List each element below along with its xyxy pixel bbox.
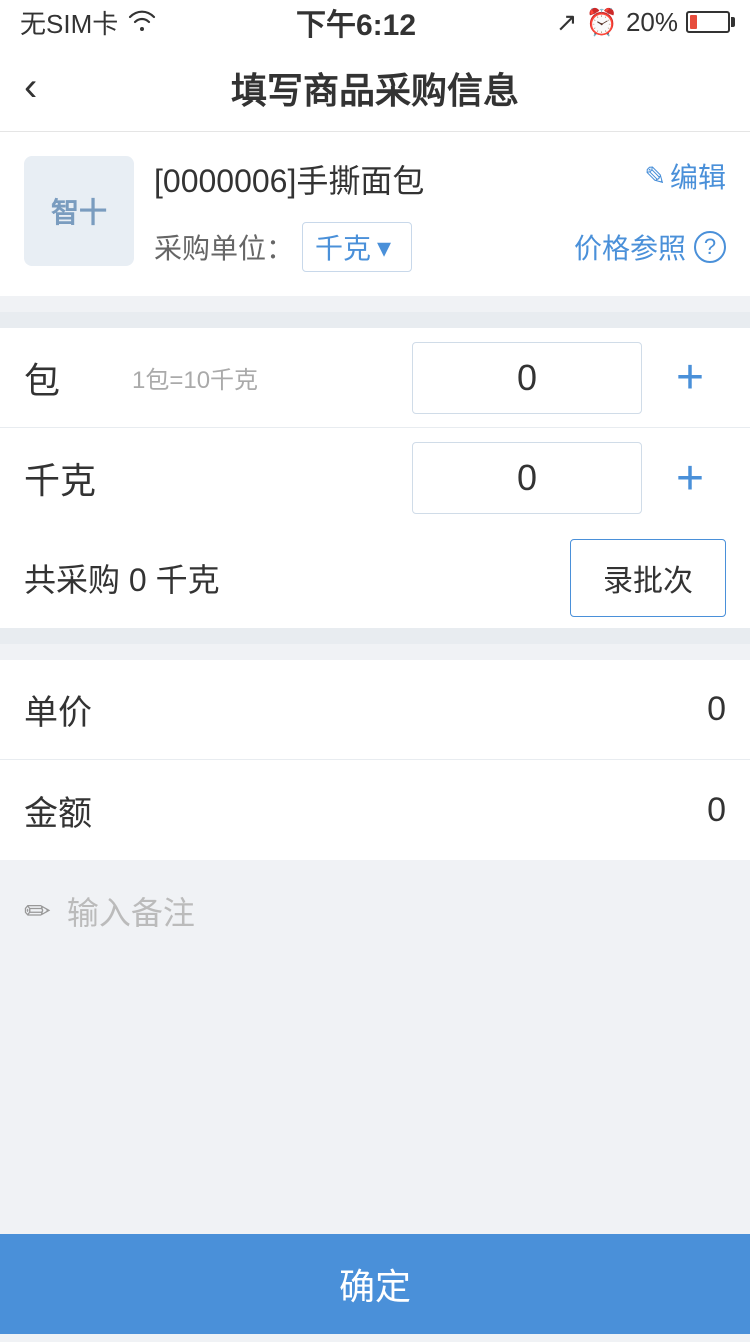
bag-sub-label: 1包=10千克: [132, 360, 258, 395]
section-divider-2: [0, 628, 750, 644]
bag-quantity-input[interactable]: [412, 342, 642, 414]
summary-row: 共采购 0 千克 录批次: [0, 528, 750, 628]
unit-label: 采购单位： 千克 ▾: [154, 222, 412, 272]
confirm-button-text: 确定: [339, 1258, 411, 1310]
amount-label: 金额: [24, 786, 92, 835]
record-batch-button[interactable]: 录批次: [570, 539, 726, 617]
price-section: 单价 0 金额 0: [0, 660, 750, 860]
edit-button[interactable]: ✎ 编辑: [644, 156, 726, 196]
battery-icon: [686, 11, 730, 33]
battery-text: 20%: [626, 7, 678, 38]
kg-plus-button[interactable]: +: [654, 442, 726, 514]
status-right: ↗ ⏰ 20%: [556, 7, 730, 38]
product-card: 智十 [0000006]手撕面包 ✎ 编辑 采购单位： 千克 ▾ 价格参照 ?: [0, 132, 750, 296]
status-time: 下午6:12: [296, 0, 416, 44]
kg-input-row: 千克 +: [0, 428, 750, 528]
pencil-icon: ✏: [24, 892, 51, 930]
unit-price-value: 0: [707, 690, 726, 729]
bag-input-row: 包 1包=10千克 +: [0, 328, 750, 428]
help-icon: ?: [694, 231, 726, 263]
page-header: ‹ 填写商品采购信息: [0, 44, 750, 132]
notes-placeholder: 输入备注: [67, 888, 195, 934]
status-bar: 无SIM卡 下午6:12 ↗ ⏰ 20%: [0, 0, 750, 44]
page-title: 填写商品采购信息: [231, 62, 519, 114]
summary-text: 共采购 0 千克: [24, 555, 220, 601]
bag-label: 包: [24, 352, 124, 404]
alarm-icon: ⏰: [586, 7, 618, 38]
location-icon: ↗: [556, 7, 578, 38]
product-logo: 智十: [51, 191, 107, 231]
carrier-text: 无SIM卡: [20, 4, 118, 41]
footer[interactable]: 确定: [0, 1234, 750, 1334]
quantity-input-section: 包 1包=10千克 + 千克 +: [0, 328, 750, 528]
status-left: 无SIM卡: [20, 4, 156, 41]
amount-value: 0: [707, 791, 726, 830]
kg-quantity-input[interactable]: [412, 442, 642, 514]
product-info: [0000006]手撕面包 ✎ 编辑 采购单位： 千克 ▾ 价格参照 ?: [154, 156, 726, 272]
price-reference-button[interactable]: 价格参照 ?: [574, 227, 726, 267]
section-divider-1: [0, 312, 750, 328]
bag-plus-button[interactable]: +: [654, 342, 726, 414]
kg-label: 千克: [24, 452, 124, 504]
product-unit-row: 采购单位： 千克 ▾ 价格参照 ?: [154, 222, 726, 272]
amount-row: 金额 0: [0, 760, 750, 860]
unit-price-label: 单价: [24, 685, 92, 734]
unit-price-row: 单价 0: [0, 660, 750, 760]
product-top-row: [0000006]手撕面包 ✎ 编辑: [154, 156, 726, 202]
wifi-icon: [128, 7, 156, 38]
edit-icon: ✎: [644, 161, 666, 192]
unit-dropdown[interactable]: 千克 ▾: [302, 222, 412, 272]
product-image: 智十: [24, 156, 134, 266]
product-name: [0000006]手撕面包: [154, 156, 424, 202]
notes-section[interactable]: ✏ 输入备注: [0, 860, 750, 962]
back-button[interactable]: ‹: [24, 65, 37, 110]
